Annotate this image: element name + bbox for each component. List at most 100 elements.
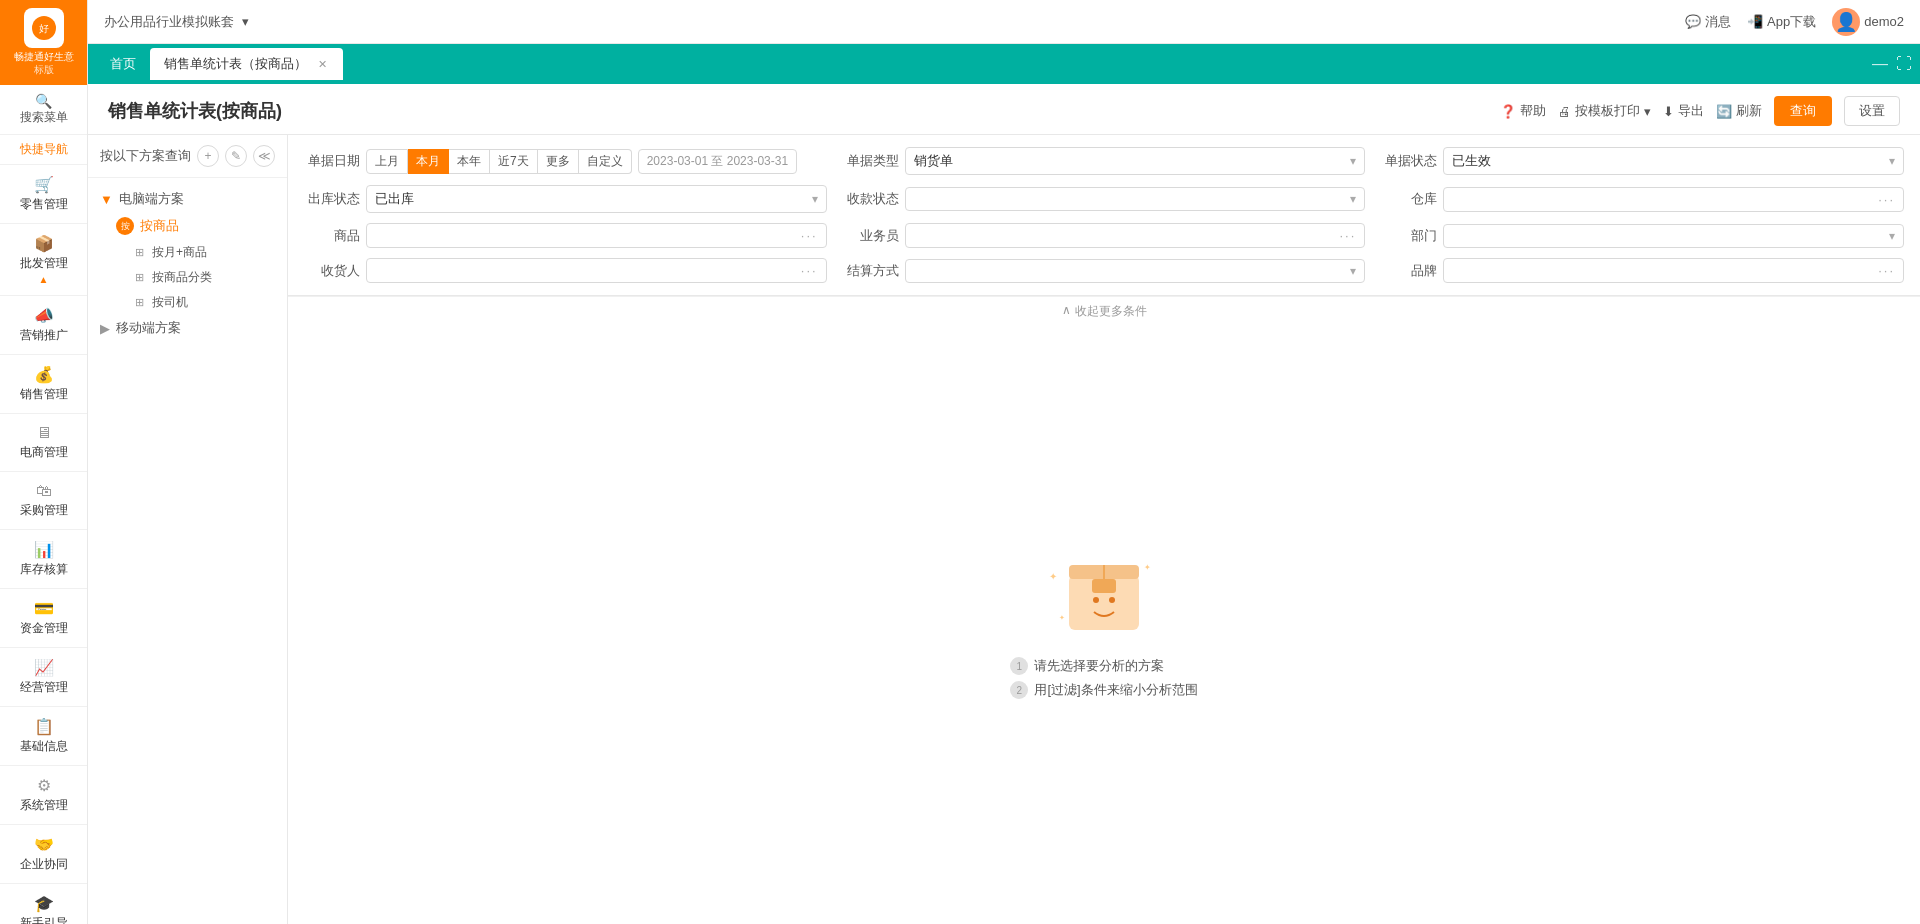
brand-control[interactable]: ··· (1443, 258, 1904, 283)
receive-status-label: 收款状态 (843, 190, 899, 208)
date-tab-more[interactable]: 更多 (538, 149, 579, 174)
sidebar-item-guide[interactable]: 🎓 新手引导 (0, 884, 87, 924)
receive-status-chevron: ▾ (1350, 192, 1356, 206)
sidebar-item-wholesale[interactable]: 📦 批发管理 ▲ (0, 224, 87, 296)
inventory-icon: 📊 (34, 540, 54, 559)
tab-close-icon[interactable]: ✕ (315, 57, 329, 71)
main-area: 办公用品行业模拟账套 ▾ 💬 消息 📲 App下载 👤 demo2 首页 (88, 0, 1920, 924)
sidebar-item-system[interactable]: ⚙ 系统管理 (0, 766, 87, 825)
page-actions: ❓ 帮助 🖨 按模板打印 ▾ ⬇ 导出 🔄 刷新 查询 设置 (1500, 96, 1900, 126)
tree-group-pc[interactable]: ▼ 电脑端方案 (88, 186, 287, 212)
status-label: 单据状态 (1381, 152, 1437, 170)
sidebar-quicknav[interactable]: 快捷导航 (0, 135, 87, 165)
sidebar-item-operations[interactable]: 📈 经营管理 (0, 648, 87, 707)
date-tab-custom[interactable]: 自定义 (579, 149, 632, 174)
out-status-control[interactable]: 已出库 ▾ (366, 185, 827, 213)
goods-label: 商品 (304, 227, 360, 245)
sidebar-item-inventory[interactable]: 📊 库存核算 (0, 530, 87, 589)
settlement-control[interactable]: ▾ (905, 259, 1366, 283)
export-icon: ⬇ (1663, 104, 1674, 119)
filter-row-1: 单据日期 上月 本月 本年 近7天 更多 自定义 20 (304, 147, 1904, 175)
template-print-label: 按模板打印 (1575, 102, 1640, 120)
brand-dots: ··· (1878, 263, 1895, 278)
sidebar-item-purchase[interactable]: 🛍 采购管理 (0, 472, 87, 530)
sidebar-item-finance[interactable]: 💳 资金管理 (0, 589, 87, 648)
date-range-value[interactable]: 2023-03-01 至 2023-03-31 (638, 149, 797, 174)
sales-icon: 💰 (34, 365, 54, 384)
help-icon: ❓ (1500, 104, 1516, 119)
edit-scheme-btn[interactable]: ✎ (225, 145, 247, 167)
refresh-icon: 🔄 (1716, 104, 1732, 119)
type-value: 销货单 (914, 152, 953, 170)
date-tab-7days[interactable]: 近7天 (490, 149, 538, 174)
recipient-control[interactable]: ··· (366, 258, 827, 283)
collapse-panel-btn[interactable]: ≪ (253, 145, 275, 167)
maximize-icon[interactable]: ⛶ (1896, 55, 1912, 73)
tab-home[interactable]: 首页 (96, 48, 150, 80)
status-control[interactable]: 已生效 ▾ (1443, 147, 1904, 175)
workspace-selector[interactable]: 办公用品行业模拟账套 ▾ (104, 13, 249, 31)
sidebar-item-marketing[interactable]: 📣 营销推广 (0, 296, 87, 355)
dept-control[interactable]: ▾ (1443, 224, 1904, 248)
collapse-icon: ≪ (258, 149, 271, 163)
collapse-label: 收起更多条件 (1075, 303, 1147, 320)
tab-report[interactable]: 销售单统计表（按商品） ✕ (150, 48, 343, 80)
salesman-control[interactable]: ··· (905, 223, 1366, 248)
out-status-value: 已出库 (375, 190, 414, 208)
tree-item-by-driver-label: 按司机 (152, 294, 188, 311)
tree-item-by-goods[interactable]: 按 按商品 (88, 212, 287, 240)
warehouse-control[interactable]: ··· (1443, 187, 1904, 212)
tree-item-by-month-goods[interactable]: ⊞ 按月+商品 (88, 240, 287, 265)
warehouse-dots: ··· (1878, 192, 1895, 207)
type-control[interactable]: 销货单 ▾ (905, 147, 1366, 175)
date-tab-this-month[interactable]: 本月 (408, 149, 449, 174)
by-category-icon: ⊞ (132, 271, 146, 285)
sidebar-item-basic[interactable]: 📋 基础信息 (0, 707, 87, 766)
window-controls: — ⛶ (1872, 55, 1912, 73)
sidebar-item-sales[interactable]: 💰 销售管理 (0, 355, 87, 414)
tree-group-mobile[interactable]: ▶ 移动端方案 (88, 315, 287, 341)
avatar: 👤 (1832, 8, 1860, 36)
app-download-btn[interactable]: 📲 App下载 (1747, 13, 1816, 31)
left-panel: 按以下方案查询 + ✎ ≪ (88, 135, 288, 924)
receive-status-control[interactable]: ▾ (905, 187, 1366, 211)
warehouse-label: 仓库 (1381, 190, 1437, 208)
minimize-icon[interactable]: — (1872, 55, 1888, 73)
sidebar-search[interactable]: 🔍 搜索菜单 (0, 85, 87, 135)
help-btn[interactable]: ❓ 帮助 (1500, 102, 1546, 120)
user-menu[interactable]: 👤 demo2 (1832, 8, 1904, 36)
settings-btn[interactable]: 设置 (1844, 96, 1900, 126)
filter-out-status: 出库状态 已出库 ▾ (304, 185, 827, 213)
tree-item-by-driver[interactable]: ⊞ 按司机 (88, 290, 287, 315)
main-body: 按以下方案查询 + ✎ ≪ (88, 135, 1920, 924)
message-btn[interactable]: 💬 消息 (1685, 13, 1731, 31)
collapse-bar[interactable]: ∧ 收起更多条件 (288, 296, 1920, 326)
add-scheme-btn[interactable]: + (197, 145, 219, 167)
sidebar-item-enterprise[interactable]: 🤝 企业协同 (0, 825, 87, 884)
brand-label: 品牌 (1381, 262, 1437, 280)
sidebar-item-ecommerce[interactable]: 🖥 电商管理 (0, 414, 87, 472)
export-label: 导出 (1678, 102, 1704, 120)
step2-text: 用[过滤]条件来缩小分析范围 (1034, 681, 1197, 699)
refresh-btn[interactable]: 🔄 刷新 (1716, 102, 1762, 120)
app-download-icon: 📲 (1747, 14, 1763, 29)
message-label: 消息 (1705, 13, 1731, 31)
date-tab-last-month[interactable]: 上月 (366, 149, 408, 174)
sidebar-item-retail[interactable]: 🛒 零售管理 (0, 165, 87, 224)
date-tab-this-year[interactable]: 本年 (449, 149, 490, 174)
app-logo: 好 畅捷通好生意 标版 (0, 0, 87, 85)
tab-report-label: 销售单统计表（按商品） (164, 55, 307, 73)
guide-icon: 🎓 (34, 894, 54, 913)
username: demo2 (1864, 14, 1904, 29)
recipient-dots: ··· (801, 263, 818, 278)
empty-state: ✦ ✦ ✦ 1 请先选择要分析的方案 2 用[过滤]条件来缩小分析范围 (288, 326, 1920, 924)
workspace-name: 办公用品行业模拟账套 (104, 13, 234, 31)
tree-item-by-category[interactable]: ⊞ 按商品分类 (88, 265, 287, 290)
template-print-btn[interactable]: 🖨 按模板打印 ▾ (1558, 102, 1651, 120)
export-btn[interactable]: ⬇ 导出 (1663, 102, 1704, 120)
finance-icon: 💳 (34, 599, 54, 618)
svg-text:好: 好 (39, 23, 49, 34)
goods-control[interactable]: ··· (366, 223, 827, 248)
tree-group-mobile-label: 移动端方案 (116, 319, 181, 337)
query-btn[interactable]: 查询 (1774, 96, 1832, 126)
